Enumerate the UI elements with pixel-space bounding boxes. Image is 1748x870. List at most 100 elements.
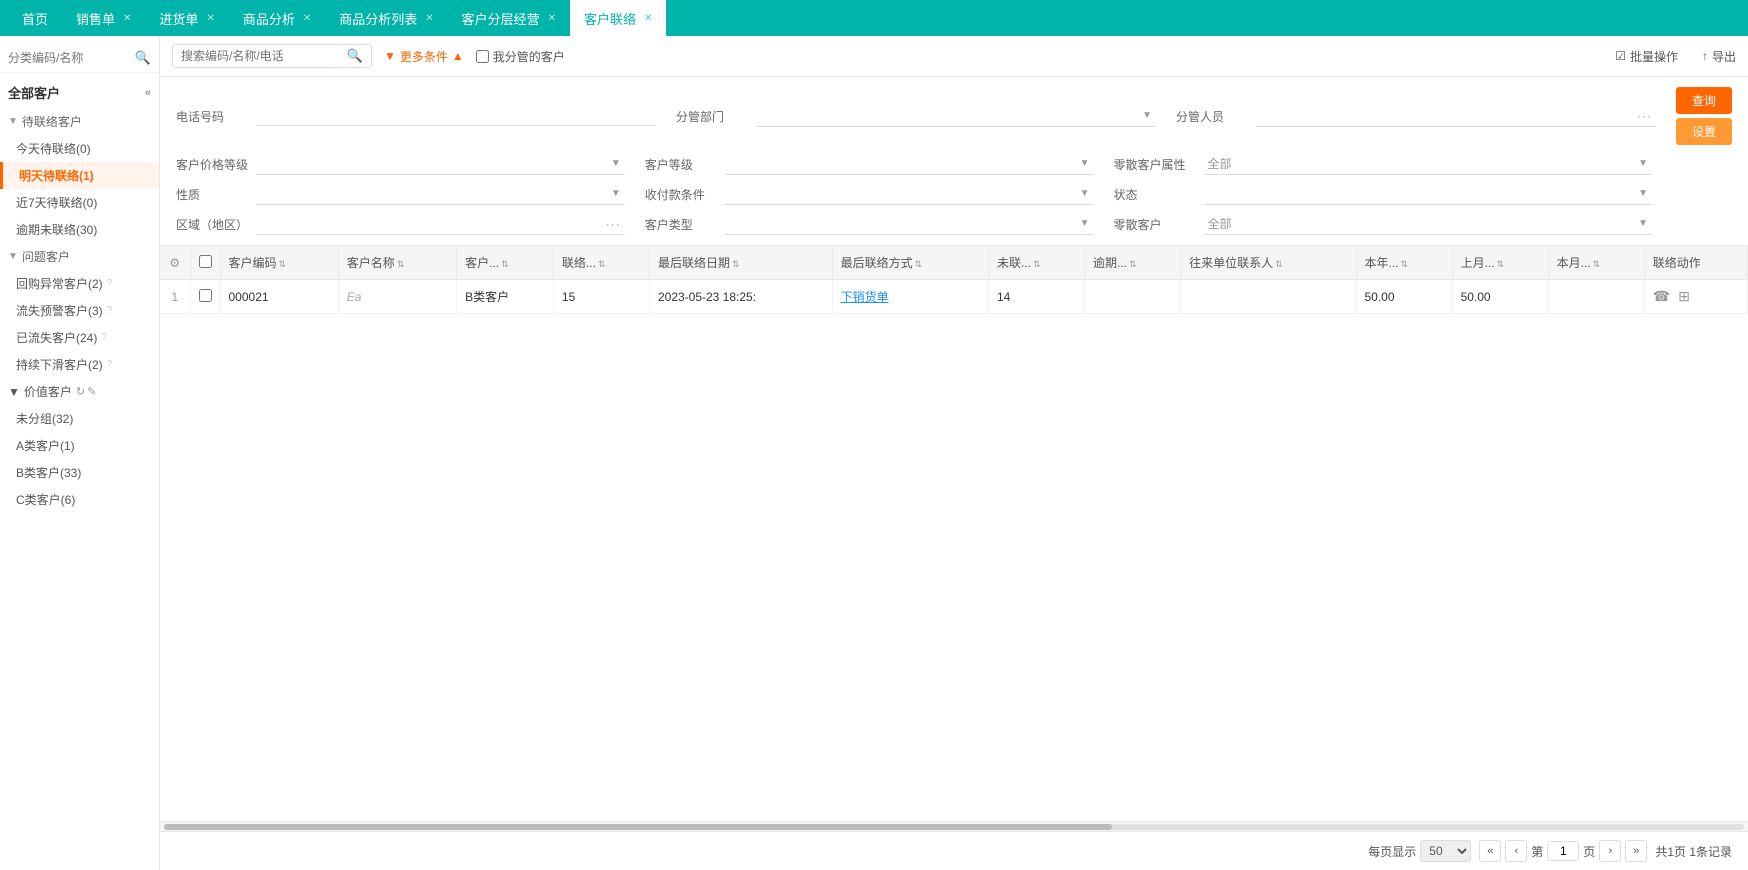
first-page-btn[interactable]: « [1479,840,1501,862]
nav-purchase[interactable]: 进货单 ✕ [145,0,228,36]
sidebar-group-value[interactable]: ▼ 价值客户 ↻ ✎ [0,378,159,405]
price-level-select[interactable]: ▼ [256,153,625,175]
filter-panel: 电话号码 分管部门 ▼ 分管人员 ··· [160,77,1748,246]
nav-close-sales[interactable]: ✕ [123,13,131,24]
filter-customer-type: 客户类型 ▼ [645,213,1094,235]
payment-select[interactable]: ▼ [725,183,1094,205]
sort-icon-last-month[interactable]: ⇅ [1497,259,1505,269]
sort-icon-last-date[interactable]: ⇅ [732,259,740,269]
nav-close-product-analysis-list[interactable]: ✕ [425,13,433,24]
query-button[interactable]: 查询 [1676,87,1732,114]
sidebar-item-class-b[interactable]: B类客户(33) [0,459,159,486]
sort-icon-unit-contact[interactable]: ⇅ [1275,259,1283,269]
payment-arrow-icon: ▼ [1080,188,1090,199]
nav-home[interactable]: 首页 [8,0,62,36]
customer-level-select[interactable]: ▼ [725,153,1094,175]
sidebar-group-pending[interactable]: ▼ 待联络客户 [0,108,159,135]
customer-level-arrow-icon: ▼ [1080,158,1090,169]
sidebar-item-today[interactable]: 今天待联络(0) [0,135,159,162]
sort-icon-this-month[interactable]: ⇅ [1593,259,1601,269]
nav-product-analysis-list[interactable]: 商品分析列表 ✕ [325,0,447,36]
row-last-method[interactable]: 下销货单 [832,280,988,314]
last-page-btn[interactable]: » [1625,840,1647,862]
manager-select[interactable]: ··· [1256,105,1656,127]
row-checkbox-cell[interactable] [190,280,220,314]
col-settings[interactable]: ⚙ [160,246,190,280]
sidebar-all-customers[interactable]: 全部客户 « [0,77,159,108]
nav-product-analysis[interactable]: 商品分析 ✕ [229,0,325,36]
sidebar-item-abnormal[interactable]: 回购异常客户(2) ? [0,270,159,297]
help-icon-1: ? [107,278,113,289]
my-customer-checkbox-wrap[interactable]: 我分管的客户 [476,48,565,65]
arrow-down-icon-3: ▼ [8,385,20,399]
row-overdue [1085,280,1181,314]
retail-attr-select[interactable]: 全部 ▼ [1204,153,1653,175]
search-input[interactable] [181,49,343,63]
action-more-icon[interactable]: ⊞ [1678,288,1690,305]
sidebar-item-class-c[interactable]: C类客户(6) [0,486,159,513]
sort-icon-contact[interactable]: ⇅ [598,259,606,269]
status-select[interactable]: ▼ [1204,183,1653,205]
filter-more-btn[interactable]: ▼ 更多条件 ▲ [384,48,464,65]
area-select[interactable]: ··· [256,213,625,235]
value-group-icons: ↻ ✎ [76,385,96,398]
price-level-label: 客户价格等级 [176,156,256,173]
nav-close-product-analysis[interactable]: ✕ [303,13,311,24]
customer-type-select[interactable]: ▼ [725,213,1094,235]
sidebar-item-ungrouped[interactable]: 未分组(32) [0,405,159,432]
edit-icon[interactable]: ✎ [87,385,96,398]
sidebar-item-week[interactable]: 近7天待联络(0) [0,189,159,216]
nav-customer-layering[interactable]: 客户分层经营 ✕ [448,0,570,36]
refresh-icon[interactable]: ↻ [76,385,85,398]
sort-icon-this-year[interactable]: ⇅ [1401,259,1409,269]
sidebar-item-tomorrow[interactable]: 明天待联络(1) [0,162,159,189]
horizontal-scrollbar[interactable] [160,821,1748,831]
phone-input[interactable] [256,107,656,126]
row-contact-count: 15 [553,280,649,314]
action-contact-icon[interactable]: ☎ [1653,288,1670,305]
page-size-select[interactable]: 50 100 200 [1420,840,1471,862]
last-method-link[interactable]: 下销货单 [841,290,889,304]
row-checkbox[interactable] [199,289,212,302]
search-icon[interactable]: 🔍 [347,48,363,64]
nav-sales[interactable]: 销售单 ✕ [62,0,145,36]
sidebar-item-class-a[interactable]: A类客户(1) [0,432,159,459]
sort-icon-code[interactable]: ⇅ [279,259,287,269]
search-bar: 🔍 ▼ 更多条件 ▲ 我分管的客户 ☑ 批量操作 ↑ 导出 [160,36,1748,77]
sidebar-search-icon[interactable]: 🔍 [135,50,151,66]
dept-label: 分管部门 [676,108,756,125]
retail-customer-select[interactable]: 全部 ▼ [1204,213,1653,235]
sidebar-item-churn-warning[interactable]: 流失预警客户(3) ? [0,297,159,324]
sidebar-item-declining[interactable]: 持续下滑客户(2) ? [0,351,159,378]
sort-icon-unlinked[interactable]: ⇅ [1033,259,1041,269]
col-checkbox[interactable] [190,246,220,280]
sidebar-item-churned[interactable]: 已流失客户(24) ? [0,324,159,351]
filter-price-level: 客户价格等级 ▼ [176,153,625,175]
sidebar-search-input[interactable] [8,51,135,65]
sort-icon-last-method[interactable]: ⇅ [915,259,923,269]
sidebar-item-overdue[interactable]: 逾期未联络(30) [0,216,159,243]
batch-op-btn[interactable]: ☑ 批量操作 [1615,48,1678,65]
export-btn[interactable]: ↑ 导出 [1702,48,1736,65]
next-page-btn[interactable]: › [1599,840,1621,862]
select-all-checkbox[interactable] [199,255,212,268]
batch-icon: ☑ [1615,49,1626,63]
nav-close-customer-contact[interactable]: ✕ [644,13,652,24]
my-customer-checkbox[interactable] [476,50,489,63]
row-last-date: 2023-05-23 18:25: [649,280,832,314]
dept-select[interactable]: ▼ [756,105,1156,127]
nav-customer-contact[interactable]: 客户联络 ✕ [570,0,666,36]
sort-icon-type[interactable]: ⇅ [501,259,509,269]
gender-select[interactable]: ▼ [256,183,625,205]
page-number-input[interactable] [1547,841,1579,861]
prev-page-btn[interactable]: ‹ [1505,840,1527,862]
nav-close-purchase[interactable]: ✕ [206,13,214,24]
customer-type-label: 客户类型 [645,216,725,233]
settings-button[interactable]: 设置 [1676,118,1732,145]
sidebar-group-problem[interactable]: ▼ 问题客户 [0,243,159,270]
filter-manager: 分管人员 ··· [1176,105,1656,127]
sort-icon-name[interactable]: ⇅ [397,259,405,269]
sort-icon-overdue[interactable]: ⇅ [1129,259,1137,269]
nav-close-customer-layering[interactable]: ✕ [548,13,556,24]
retail-attr-arrow-icon: ▼ [1638,158,1648,169]
